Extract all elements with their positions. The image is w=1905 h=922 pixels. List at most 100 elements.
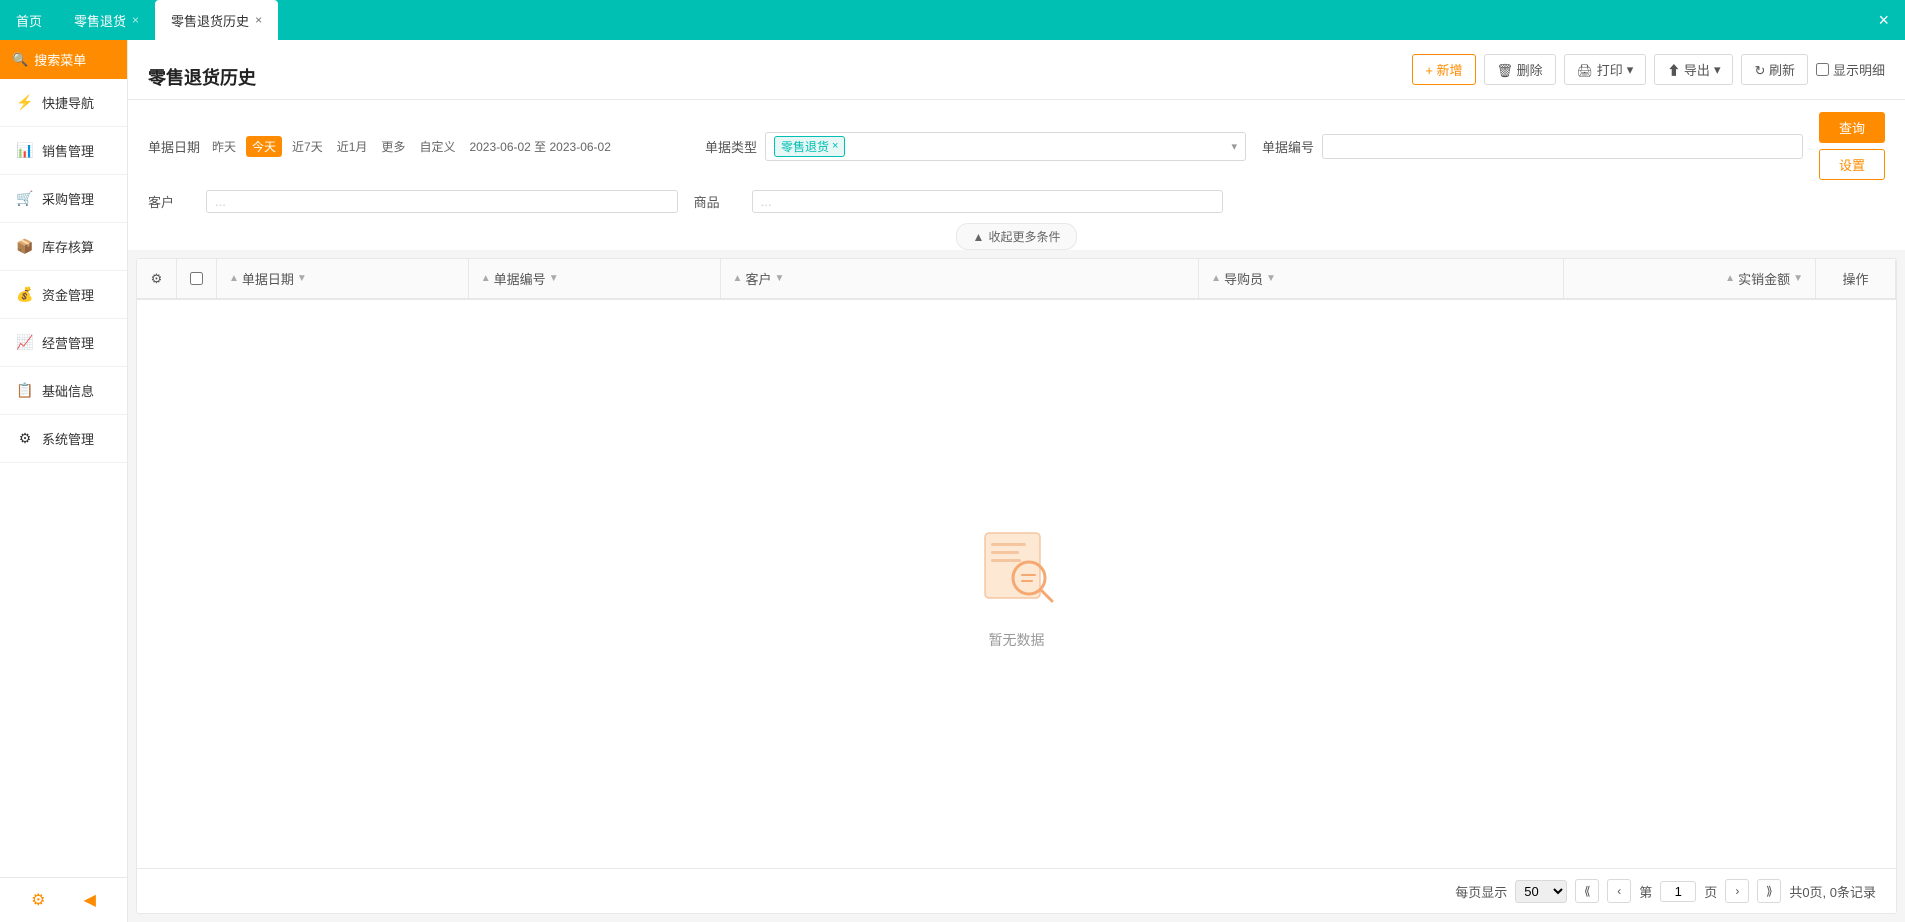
col-num-sort-asc[interactable]: ▲ [481, 273, 491, 284]
query-button[interactable]: 查询 [1819, 112, 1885, 143]
customer-filter-input[interactable]: ... [206, 190, 678, 213]
date-btn-1month[interactable]: 近1月 [333, 136, 372, 157]
type-filter-label: 单据类型 [705, 137, 757, 156]
print-button[interactable]: 🖨 打印 ▾ [1564, 54, 1647, 85]
col-date-sort-desc[interactable]: ▼ [297, 273, 307, 284]
date-filter-group: 昨天 今天 近7天 近1月 更多 自定义 2023-06-02 至 2023-0… [208, 136, 611, 157]
content-area: 零售退货历史 + 新增 🗑 删除 🖨 打印 ▾ ⬆ 导出 ▾ ↻ 刷新 显示明细 [128, 40, 1905, 922]
num-filter-input[interactable] [1322, 134, 1803, 159]
col-amount[interactable]: ▲ 实销金额 ▼ [1564, 259, 1816, 298]
sidebar-item-quick-nav[interactable]: ⚡ 快捷导航 [0, 79, 127, 127]
col-customer-sort-asc[interactable]: ▲ [733, 273, 743, 284]
empty-illustration [967, 518, 1067, 618]
goods-filter-input[interactable]: ... [752, 190, 1224, 213]
page-unit: 页 [1704, 882, 1717, 901]
col-num-sort-desc[interactable]: ▼ [549, 273, 559, 284]
sidebar-item-quick-nav-label: 快捷导航 [42, 93, 94, 112]
search-icon: 🔍 [12, 52, 28, 68]
sidebar-item-basic-info[interactable]: 📋 基础信息 [0, 367, 127, 415]
tab-retail-return[interactable]: 零售退货 × [58, 0, 155, 40]
col-num[interactable]: ▲ 单据编号 ▼ [469, 259, 721, 298]
purchase-icon: 🛒 [16, 190, 34, 208]
sidebar-item-sales[interactable]: 📊 销售管理 [0, 127, 127, 175]
type-chevron-icon: ▾ [1231, 140, 1237, 153]
sidebar-settings-icon[interactable]: ⚙ [31, 890, 45, 910]
date-btn-yesterday[interactable]: 昨天 [208, 136, 240, 157]
table-settings-icon[interactable]: ⚙ [151, 271, 163, 287]
page-number-input[interactable] [1660, 881, 1696, 902]
select-all-checkbox[interactable] [190, 272, 203, 285]
show-detail-checkbox-label[interactable]: 显示明细 [1816, 60, 1885, 79]
date-btn-more[interactable]: 更多 [377, 136, 409, 157]
col-customer[interactable]: ▲ 客户 ▼ [721, 259, 1200, 298]
date-btn-today[interactable]: 今天 [246, 136, 282, 157]
export-dropdown-icon[interactable]: ▾ [1714, 62, 1721, 78]
basic-info-icon: 📋 [16, 382, 34, 400]
date-range-display: 2023-06-02 至 2023-06-02 [469, 138, 610, 155]
export-label: ⬆ 导出 [1667, 60, 1710, 79]
collapse-label: 收起更多条件 [988, 228, 1060, 245]
table-header: ⚙ ▲ 单据日期 ▼ ▲ 单据编号 ▼ ▲ 客户 ▼ [137, 259, 1896, 300]
collapse-button[interactable]: ▲ 收起更多条件 [956, 223, 1078, 250]
col-date[interactable]: ▲ 单据日期 ▼ [217, 259, 469, 298]
sidebar-item-purchase-label: 采购管理 [42, 189, 94, 208]
goods-placeholder: ... [761, 194, 772, 209]
delete-button[interactable]: 🗑 删除 [1484, 54, 1556, 85]
window-close-button[interactable]: × [1878, 11, 1889, 29]
page-first-button[interactable]: ⟪ [1575, 879, 1599, 903]
tab-home[interactable]: 首页 [0, 0, 58, 40]
col-settings[interactable]: ⚙ [137, 259, 177, 298]
col-guide-sort-asc[interactable]: ▲ [1211, 273, 1221, 284]
finance-icon: 💰 [16, 286, 34, 304]
col-date-label: 单据日期 [242, 269, 294, 288]
tab-retail-return-history[interactable]: 零售退货历史 × [155, 0, 278, 40]
col-amount-sort-desc[interactable]: ▼ [1793, 273, 1803, 284]
show-detail-checkbox[interactable] [1816, 63, 1829, 76]
date-btn-custom[interactable]: 自定义 [415, 136, 459, 157]
tab-retail-return-close[interactable]: × [132, 13, 139, 27]
type-chip-remove[interactable]: × [832, 140, 838, 152]
sidebar-item-finance[interactable]: 💰 资金管理 [0, 271, 127, 319]
col-customer-sort-desc[interactable]: ▼ [774, 273, 784, 284]
sidebar-item-inventory[interactable]: 📦 库存核算 [0, 223, 127, 271]
customer-filter-label: 客户 [148, 192, 198, 211]
sidebar-item-purchase[interactable]: 🛒 采购管理 [0, 175, 127, 223]
setting-button[interactable]: 设置 [1819, 149, 1885, 180]
inventory-icon: 📦 [16, 238, 34, 256]
col-ops: 操作 [1816, 259, 1896, 298]
page-next-button[interactable]: › [1725, 879, 1749, 903]
col-date-sort-asc[interactable]: ▲ [229, 273, 239, 284]
export-button[interactable]: ⬆ 导出 ▾ [1654, 54, 1733, 85]
col-amount-sort-asc[interactable]: ▲ [1725, 273, 1735, 284]
main-layout: 🔍 搜索菜单 ⚡ 快捷导航 📊 销售管理 🛒 采购管理 📦 库存核算 💰 [0, 40, 1905, 922]
sidebar-menu: ⚡ 快捷导航 📊 销售管理 🛒 采购管理 📦 库存核算 💰 资金管理 📈 [0, 79, 127, 877]
sidebar-search[interactable]: 🔍 搜索菜单 [0, 40, 127, 79]
type-filter-select[interactable]: 零售退货 × ▾ [765, 132, 1246, 161]
sidebar-item-operations-label: 经营管理 [42, 333, 94, 352]
print-dropdown-icon[interactable]: ▾ [1627, 62, 1634, 78]
sidebar-bottom: ⚙ ◀ [0, 877, 127, 922]
top-bar: 首页 零售退货 × 零售退货历史 × × [0, 0, 1905, 40]
page-header: 零售退货历史 + 新增 🗑 删除 🖨 打印 ▾ ⬆ 导出 ▾ ↻ 刷新 显示明细 [128, 40, 1905, 100]
sidebar-item-operations[interactable]: 📈 经营管理 [0, 319, 127, 367]
date-btn-7days[interactable]: 近7天 [288, 136, 327, 157]
refresh-button[interactable]: ↻ 刷新 [1741, 54, 1808, 85]
operations-icon: 📈 [16, 334, 34, 352]
tab-retail-return-history-close[interactable]: × [255, 13, 262, 27]
page-last-button[interactable]: ⟫ [1757, 879, 1781, 903]
print-label: 🖨 打印 [1577, 60, 1623, 79]
type-chip-label: 零售退货 [781, 138, 829, 155]
col-check[interactable] [177, 259, 217, 298]
col-guide[interactable]: ▲ 导购员 ▼ [1199, 259, 1564, 298]
new-button[interactable]: + 新增 [1412, 54, 1475, 85]
col-guide-sort-desc[interactable]: ▼ [1266, 273, 1276, 284]
sidebar-item-system[interactable]: ⚙ 系统管理 [0, 415, 127, 463]
sidebar: 🔍 搜索菜单 ⚡ 快捷导航 📊 销售管理 🛒 采购管理 📦 库存核算 💰 [0, 40, 128, 922]
empty-text: 暂无数据 [989, 630, 1045, 650]
sidebar-item-finance-label: 资金管理 [42, 285, 94, 304]
page-prev-button[interactable]: ‹ [1607, 879, 1631, 903]
sidebar-collapse-icon[interactable]: ◀ [84, 890, 96, 910]
table-container: ⚙ ▲ 单据日期 ▼ ▲ 单据编号 ▼ ▲ 客户 ▼ [136, 258, 1897, 914]
pagination-bar: 每页显示 50 20 100 200 ⟪ ‹ 第 页 › ⟫ 共0页, 0条记录 [137, 868, 1896, 913]
per-page-select[interactable]: 50 20 100 200 [1515, 880, 1567, 903]
